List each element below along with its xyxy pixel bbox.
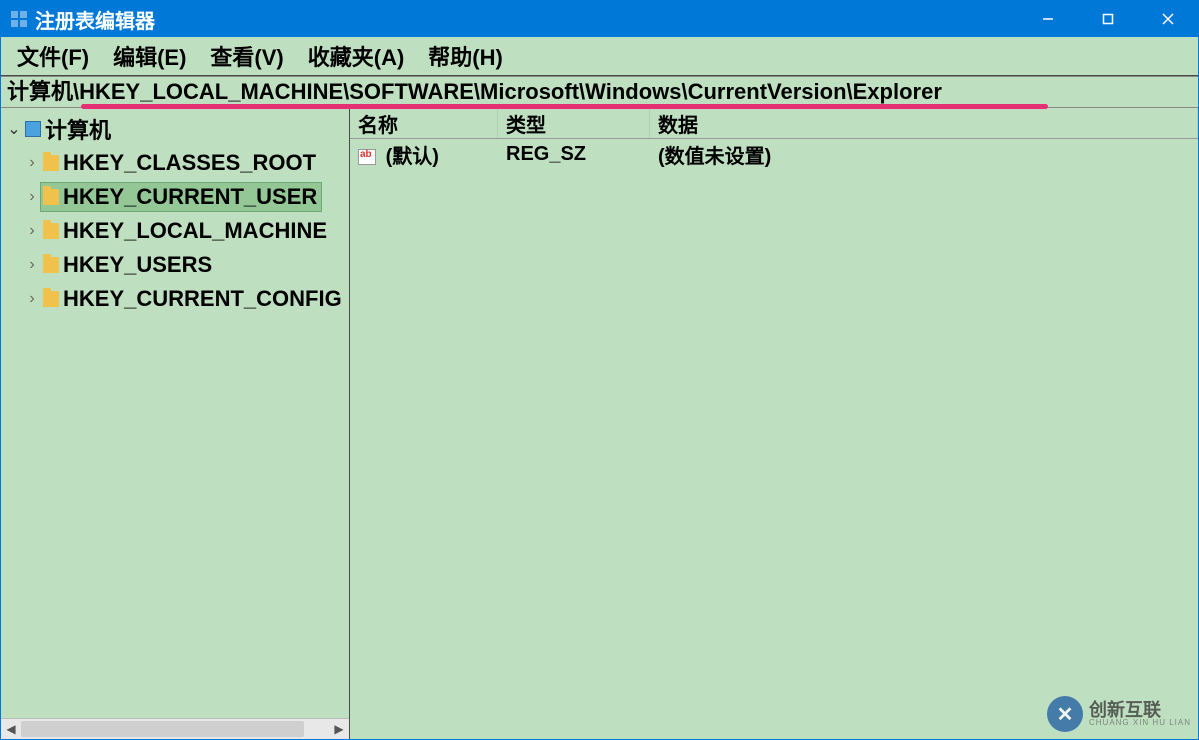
value-type-cell: REG_SZ <box>498 143 650 166</box>
expander-icon[interactable] <box>23 222 41 240</box>
menu-edit[interactable]: 编辑(E) <box>103 38 196 74</box>
tree-hive[interactable]: HKEY_CURRENT_CONFIG <box>1 282 349 316</box>
folder-icon <box>43 155 59 171</box>
close-button[interactable] <box>1138 1 1198 37</box>
tree-pane: 计算机 HKEY_CLASSES_ROOT HKEY_CURRENT_USER <box>1 108 350 739</box>
folder-icon <box>43 189 59 205</box>
registry-path: 计算机\HKEY_LOCAL_MACHINE\SOFTWARE\Microsof… <box>1 77 942 107</box>
folder-icon <box>43 257 59 273</box>
string-value-icon <box>358 149 376 165</box>
tree-label: HKEY_LOCAL_MACHINE <box>63 218 327 244</box>
tree-hive-selected[interactable]: HKEY_CURRENT_USER <box>1 180 349 214</box>
expander-icon[interactable] <box>23 188 41 206</box>
tree-root[interactable]: 计算机 <box>1 112 349 146</box>
tree-label: HKEY_CURRENT_CONFIG <box>63 286 342 312</box>
menu-bar: 文件(F) 编辑(E) 查看(V) 收藏夹(A) 帮助(H) <box>1 37 1198 76</box>
menu-help[interactable]: 帮助(H) <box>418 38 513 74</box>
scroll-right-icon[interactable]: ▶ <box>329 719 349 739</box>
column-header-row: 名称 类型 数据 <box>350 108 1198 139</box>
column-header-data[interactable]: 数据 <box>650 108 1198 138</box>
minimize-button[interactable] <box>1018 1 1078 37</box>
tree-hive[interactable]: HKEY_LOCAL_MACHINE <box>1 214 349 248</box>
value-row[interactable]: (默认) REG_SZ (数值未设置) <box>350 139 1198 169</box>
registry-tree[interactable]: 计算机 HKEY_CLASSES_ROOT HKEY_CURRENT_USER <box>1 108 349 718</box>
scroll-left-icon[interactable]: ◀ <box>1 719 21 739</box>
values-pane: 名称 类型 数据 (默认) REG_SZ (数值未设置) <box>350 108 1198 739</box>
tree-label: HKEY_USERS <box>63 252 212 278</box>
scroll-track[interactable] <box>21 719 329 739</box>
value-name: (默认) <box>386 146 439 168</box>
address-bar[interactable]: 计算机\HKEY_LOCAL_MACHINE\SOFTWARE\Microsof… <box>1 76 1198 108</box>
tree-horizontal-scrollbar[interactable]: ◀ ▶ <box>1 718 349 739</box>
path-highlight <box>81 104 1048 109</box>
scroll-thumb[interactable] <box>21 721 304 737</box>
app-icon <box>11 11 27 27</box>
tree-hive[interactable]: HKEY_USERS <box>1 248 349 282</box>
expander-icon[interactable] <box>23 256 41 274</box>
tree-label: HKEY_CLASSES_ROOT <box>63 150 316 176</box>
menu-favorites[interactable]: 收藏夹(A) <box>298 38 415 74</box>
expander-icon[interactable] <box>23 290 41 308</box>
column-header-type[interactable]: 类型 <box>498 108 650 138</box>
tree-label: 计算机 <box>45 113 111 145</box>
value-name-cell: (默认) <box>350 140 498 169</box>
tree-label: HKEY_CURRENT_USER <box>63 184 317 210</box>
menu-file[interactable]: 文件(F) <box>7 38 99 74</box>
expander-icon[interactable] <box>23 154 41 172</box>
menu-view[interactable]: 查看(V) <box>200 38 293 74</box>
tree-hive[interactable]: HKEY_CLASSES_ROOT <box>1 146 349 180</box>
expander-icon[interactable] <box>5 119 23 139</box>
maximize-button[interactable] <box>1078 1 1138 37</box>
window-title: 注册表编辑器 <box>35 5 155 34</box>
column-header-name[interactable]: 名称 <box>350 108 498 138</box>
computer-icon <box>25 121 41 137</box>
value-data-cell: (数值未设置) <box>650 140 1198 169</box>
folder-icon <box>43 223 59 239</box>
folder-icon <box>43 291 59 307</box>
